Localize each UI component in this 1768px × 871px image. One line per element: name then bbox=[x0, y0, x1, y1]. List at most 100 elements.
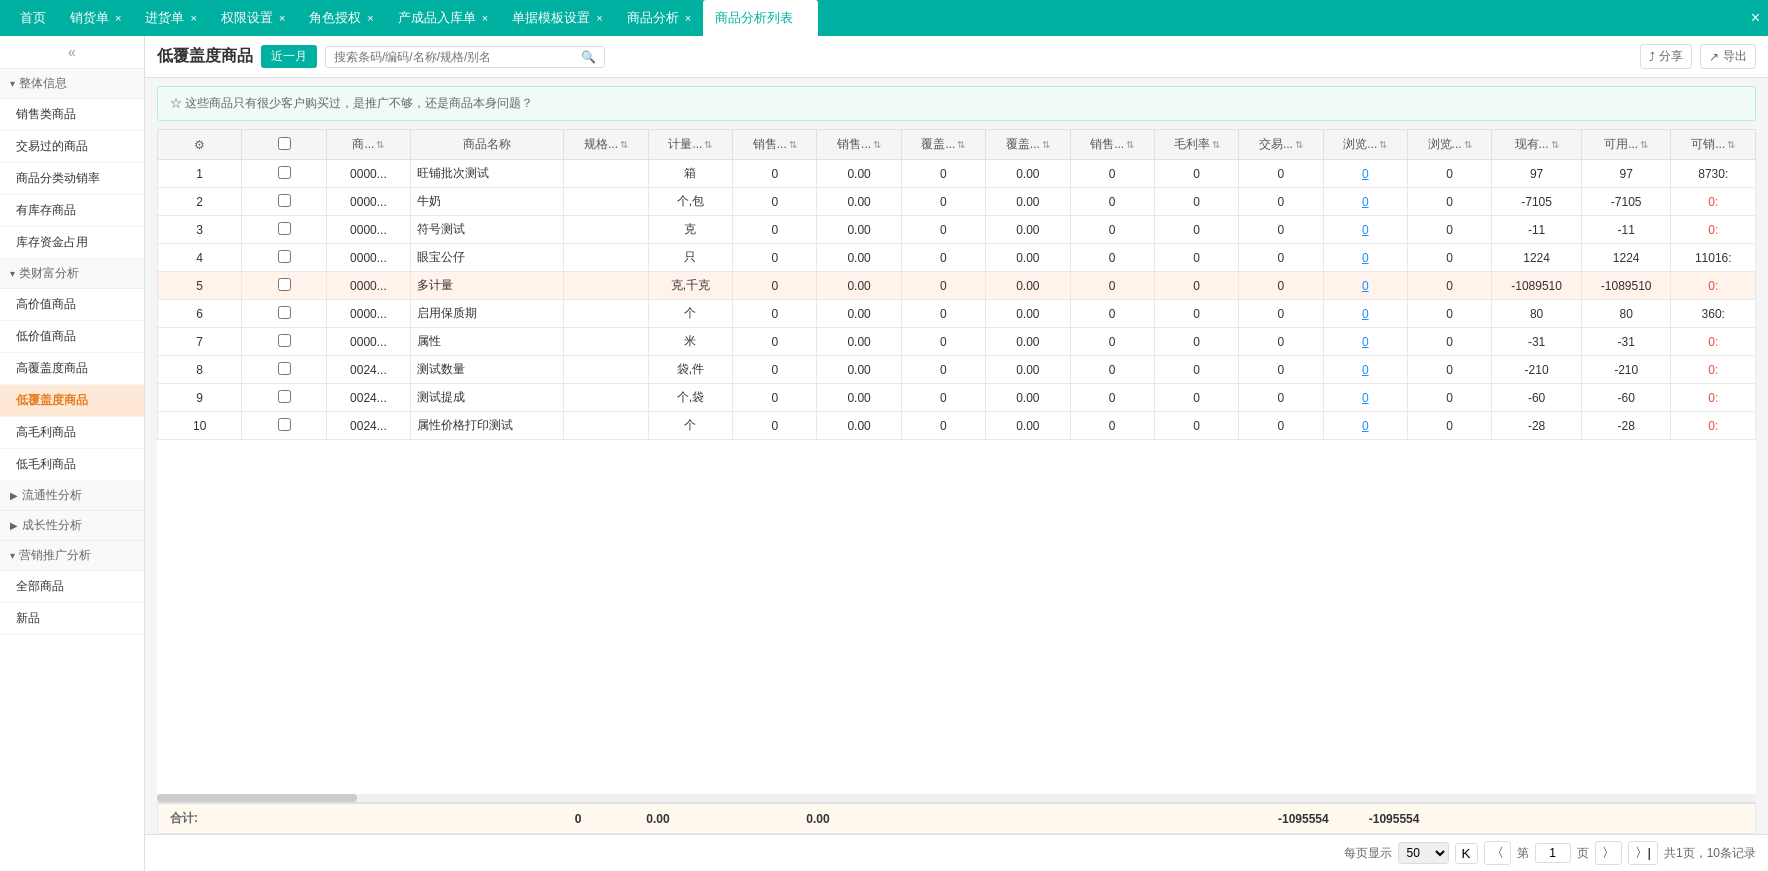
row-code: 0024... bbox=[326, 356, 410, 384]
nav-item-analysis[interactable]: 商品分析 × bbox=[615, 0, 703, 36]
prev-page-btn[interactable]: 〈 bbox=[1484, 841, 1511, 865]
last-page-btn[interactable]: 〉| bbox=[1628, 841, 1658, 865]
close-template-tab[interactable]: × bbox=[596, 0, 602, 36]
row-checkbox[interactable] bbox=[242, 188, 326, 216]
row-view1[interactable]: 0 bbox=[1323, 216, 1407, 244]
col-view1[interactable]: 浏览...⇅ bbox=[1323, 130, 1407, 160]
sidebar-item-all-goods[interactable]: 全部商品 bbox=[0, 571, 144, 603]
col-sales2[interactable]: 销售...⇅ bbox=[1070, 130, 1154, 160]
nav-item-sales[interactable]: 销货单 × bbox=[58, 0, 133, 36]
close-production-tab[interactable]: × bbox=[482, 0, 488, 36]
close-roles-tab[interactable]: × bbox=[367, 0, 373, 36]
row-saleable: 0: bbox=[1671, 412, 1756, 440]
first-page-btn[interactable]: K bbox=[1455, 843, 1478, 864]
nav-item-production[interactable]: 产成品入库单 × bbox=[386, 0, 500, 36]
sidebar-section-liquidity[interactable]: ▶ 流通性分析 bbox=[0, 481, 144, 511]
date-filter-btn[interactable]: 近一月 bbox=[261, 45, 317, 68]
col-checkbox[interactable] bbox=[242, 130, 326, 160]
nav-item-analysis-list[interactable]: 商品分析列表 × bbox=[703, 0, 817, 36]
sidebar-item-stock-fund[interactable]: 库存资金占用 bbox=[0, 227, 144, 259]
per-page-select[interactable]: 50 100 200 bbox=[1398, 842, 1449, 864]
row-checkbox[interactable] bbox=[242, 272, 326, 300]
col-cover2[interactable]: 覆盖...⇅ bbox=[986, 130, 1070, 160]
tip-icon: ☆ bbox=[170, 96, 185, 110]
row-checkbox[interactable] bbox=[242, 412, 326, 440]
sidebar-item-stock-goods[interactable]: 有库存商品 bbox=[0, 195, 144, 227]
row-view1[interactable]: 0 bbox=[1323, 160, 1407, 188]
col-spec[interactable]: 规格...⇅ bbox=[564, 130, 648, 160]
nav-item-roles[interactable]: 角色授权 × bbox=[297, 0, 385, 36]
col-cover1[interactable]: 覆盖...⇅ bbox=[901, 130, 985, 160]
sidebar-section-growth[interactable]: ▶ 成长性分析 bbox=[0, 511, 144, 541]
close-sales-tab[interactable]: × bbox=[115, 0, 121, 36]
sidebar-item-high-coverage[interactable]: 高覆盖度商品 bbox=[0, 353, 144, 385]
row-cover1: 0 bbox=[901, 384, 985, 412]
row-view1[interactable]: 0 bbox=[1323, 412, 1407, 440]
next-page-btn[interactable]: 〉 bbox=[1595, 841, 1622, 865]
col-name[interactable]: 商品名称 bbox=[411, 130, 564, 160]
close-analysis-list-tab[interactable]: × bbox=[799, 0, 805, 36]
row-checkbox[interactable] bbox=[242, 216, 326, 244]
col-available[interactable]: 可用...⇅ bbox=[1581, 130, 1671, 160]
sidebar-item-low-margin[interactable]: 低毛利商品 bbox=[0, 449, 144, 481]
sidebar-item-high-margin[interactable]: 高毛利商品 bbox=[0, 417, 144, 449]
row-view1[interactable]: 0 bbox=[1323, 300, 1407, 328]
row-view1[interactable]: 0 bbox=[1323, 272, 1407, 300]
page-input[interactable] bbox=[1535, 843, 1571, 863]
row-checkbox[interactable] bbox=[242, 356, 326, 384]
row-checkbox[interactable] bbox=[242, 300, 326, 328]
sidebar-item-traded-goods[interactable]: 交易过的商品 bbox=[0, 131, 144, 163]
window-close-btn[interactable]: × bbox=[1751, 9, 1760, 27]
search-input[interactable] bbox=[334, 50, 577, 64]
row-sales-amt: 0.00 bbox=[817, 272, 901, 300]
row-sales-qty: 0 bbox=[733, 384, 817, 412]
sidebar-item-low-value[interactable]: 低价值商品 bbox=[0, 321, 144, 353]
sidebar-item-category-rate[interactable]: 商品分类动销率 bbox=[0, 163, 144, 195]
row-view1[interactable]: 0 bbox=[1323, 328, 1407, 356]
search-icon[interactable]: 🔍 bbox=[581, 50, 596, 64]
sidebar-section-wealth[interactable]: ▾ 类财富分析 bbox=[0, 259, 144, 289]
nav-item-home[interactable]: 首页 bbox=[8, 0, 58, 36]
nav-item-permissions[interactable]: 权限设置 × bbox=[209, 0, 297, 36]
sidebar-item-sales-goods[interactable]: 销售类商品 bbox=[0, 99, 144, 131]
col-settings[interactable]: ⚙ bbox=[158, 130, 242, 160]
scrollbar-thumb[interactable] bbox=[157, 794, 357, 802]
row-checkbox[interactable] bbox=[242, 384, 326, 412]
row-checkbox[interactable] bbox=[242, 160, 326, 188]
sidebar-collapse-btn[interactable]: « bbox=[0, 36, 144, 69]
close-analysis-tab[interactable]: × bbox=[685, 0, 691, 36]
export-btn[interactable]: ↗ 导出 bbox=[1700, 44, 1756, 69]
share-btn[interactable]: ⤴ 分享 bbox=[1640, 44, 1692, 69]
nav-item-purchase[interactable]: 进货单 × bbox=[133, 0, 208, 36]
row-cover1: 0 bbox=[901, 328, 985, 356]
col-trade[interactable]: 交易...⇅ bbox=[1239, 130, 1323, 160]
col-unit[interactable]: 计量...⇅ bbox=[648, 130, 732, 160]
sidebar-item-high-value[interactable]: 高价值商品 bbox=[0, 289, 144, 321]
row-saleable: 0: bbox=[1671, 384, 1756, 412]
select-all-checkbox[interactable] bbox=[278, 137, 291, 150]
sidebar-section-marketing[interactable]: ▾ 营销推广分析 bbox=[0, 541, 144, 571]
row-view1[interactable]: 0 bbox=[1323, 188, 1407, 216]
close-permissions-tab[interactable]: × bbox=[279, 0, 285, 36]
col-current[interactable]: 现有...⇅ bbox=[1492, 130, 1582, 160]
horizontal-scrollbar[interactable] bbox=[157, 794, 1756, 802]
row-view1[interactable]: 0 bbox=[1323, 356, 1407, 384]
row-view1[interactable]: 0 bbox=[1323, 244, 1407, 272]
nav-item-template[interactable]: 单据模板设置 × bbox=[500, 0, 614, 36]
col-code[interactable]: 商...⇅ bbox=[326, 130, 410, 160]
sidebar-item-low-coverage[interactable]: 低覆盖度商品 bbox=[0, 385, 144, 417]
row-cover2: 0.00 bbox=[986, 300, 1070, 328]
row-code: 0000... bbox=[326, 160, 410, 188]
col-sales-qty[interactable]: 销售...⇅ bbox=[733, 130, 817, 160]
col-view2[interactable]: 浏览...⇅ bbox=[1407, 130, 1491, 160]
col-saleable[interactable]: 可销...⇅ bbox=[1671, 130, 1756, 160]
col-margin[interactable]: 毛利率⇅ bbox=[1154, 130, 1238, 160]
row-checkbox[interactable] bbox=[242, 244, 326, 272]
col-sales-amt[interactable]: 销售...⇅ bbox=[817, 130, 901, 160]
row-view1[interactable]: 0 bbox=[1323, 384, 1407, 412]
sidebar-section-overall[interactable]: ▾ 整体信息 bbox=[0, 69, 144, 99]
row-unit: 个,袋 bbox=[648, 384, 732, 412]
close-purchase-tab[interactable]: × bbox=[190, 0, 196, 36]
sidebar-item-new-goods[interactable]: 新品 bbox=[0, 603, 144, 635]
row-checkbox[interactable] bbox=[242, 328, 326, 356]
